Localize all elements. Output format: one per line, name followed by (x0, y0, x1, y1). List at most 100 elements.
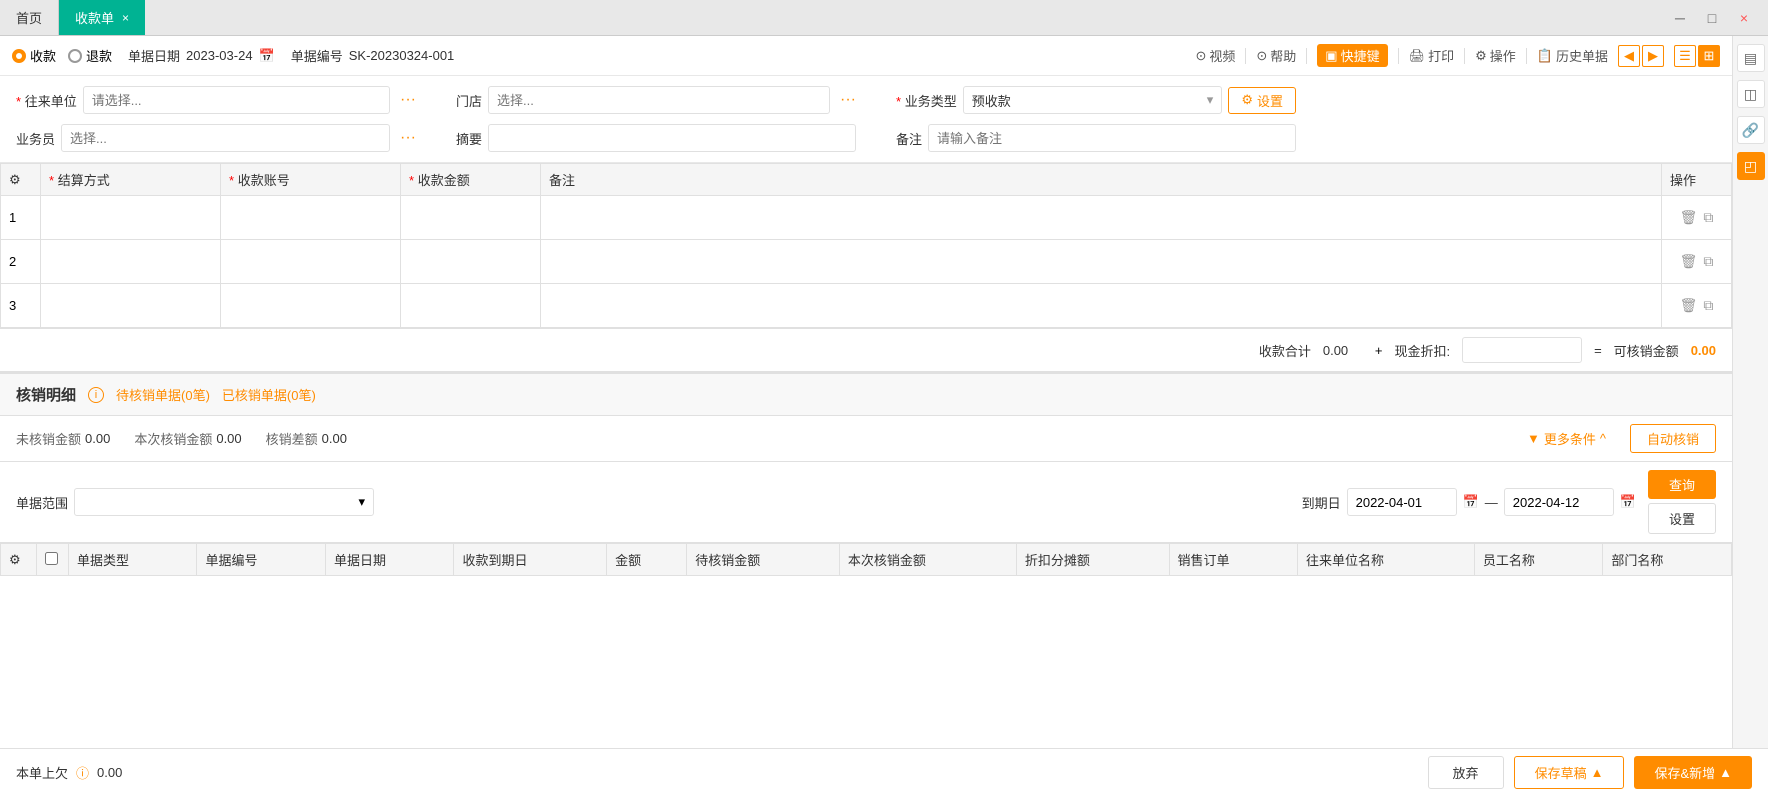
form-row-1: * 往来单位 ··· 门店 ··· * 业务类型 (16, 86, 1716, 114)
row-1-account[interactable] (221, 196, 401, 240)
table-row: 3 🗑 ⧉ (1, 284, 1732, 328)
maximize-button[interactable]: □ (1700, 6, 1724, 30)
business-type-arrow: ▾ (1207, 92, 1214, 108)
staff-more-icon[interactable]: ··· (400, 129, 416, 147)
save-new-label: 保存&新增 (1654, 763, 1715, 782)
date-calendar-icon[interactable]: 📅 (259, 48, 275, 64)
radio-collection[interactable]: 收款 (12, 46, 56, 65)
counterpart-input[interactable] (83, 86, 390, 114)
row-2-account[interactable] (221, 240, 401, 284)
date-field: 单据日期 2023-03-24 📅 (128, 46, 275, 65)
col-checkbox-bottom[interactable] (37, 544, 69, 576)
right-panel-link-icon[interactable]: 🔗 (1737, 116, 1765, 144)
col-settings-header[interactable]: ⚙ (1, 164, 41, 196)
col-dept-bottom: 部门名称 (1603, 544, 1732, 576)
row-2-settlement[interactable] (41, 240, 221, 284)
date-cal-icon-1[interactable]: 📅 (1463, 494, 1479, 510)
main-wrap: 收款 退款 单据日期 2023-03-24 📅 单据编号 SK-20230324… (0, 36, 1768, 796)
pending-tab[interactable]: 待核销单据(0笔) (116, 385, 210, 404)
print-button[interactable]: 🖨 打印 (1409, 46, 1455, 65)
help-label: 帮助 (1270, 46, 1296, 65)
grid-icon[interactable]: ⊞ (1698, 45, 1720, 67)
range-select[interactable]: ▾ (74, 488, 374, 516)
auto-cancel-button[interactable]: 自动核销 (1630, 424, 1716, 453)
bottom-table-wrap: ⚙ 单据类型 单据编号 单据日 (0, 543, 1732, 576)
row-2-amount[interactable] (401, 240, 541, 284)
next-arrow[interactable]: ▶ (1642, 45, 1664, 67)
radio-collection-dot (12, 49, 26, 63)
date-cal-icon-2[interactable]: 📅 (1620, 494, 1636, 510)
col-type-bottom: 单据类型 (69, 544, 197, 576)
store-more-icon[interactable]: ··· (840, 91, 856, 109)
row-3-copy-icon[interactable]: ⧉ (1703, 297, 1713, 314)
row-2-actions: 🗑 ⧉ (1662, 240, 1732, 284)
prev-arrow[interactable]: ◀ (1618, 45, 1640, 67)
draft-button[interactable]: 保存草稿 ▲ (1514, 756, 1625, 789)
save-new-button[interactable]: 保存&新增 ▲ (1634, 756, 1752, 789)
tab-close-icon[interactable]: × (122, 11, 129, 25)
row-3-remarks[interactable] (541, 284, 1662, 328)
uncancelled-label: 未核销金额 (16, 429, 81, 448)
row-1-amount[interactable] (401, 196, 541, 240)
row-2-remarks[interactable] (541, 240, 1662, 284)
row-2-delete-icon[interactable]: 🗑 (1680, 253, 1698, 270)
divider-4 (1464, 48, 1465, 64)
radio-refund-dot (68, 49, 82, 63)
col-settings-bottom[interactable]: ⚙ (1, 544, 37, 576)
history-button[interactable]: 📋 历史单据 (1537, 46, 1608, 65)
discard-button[interactable]: 放弃 (1428, 756, 1504, 789)
select-all-checkbox[interactable] (45, 552, 58, 565)
row-1-copy-icon[interactable]: ⧉ (1703, 209, 1713, 226)
filter-settings-button[interactable]: 设置 (1648, 503, 1716, 534)
minimize-button[interactable]: ─ (1668, 6, 1692, 30)
discount-label: 现金折扣: (1394, 341, 1450, 360)
radio-group: 收款 退款 (12, 46, 112, 65)
business-type-select[interactable]: 预收款 ▾ (963, 86, 1223, 114)
settlement-label: 结算方式 (58, 173, 110, 188)
number-label: 单据编号 (291, 46, 343, 65)
layout-icons: ☰ ⊞ (1674, 45, 1720, 67)
verification-info-icon[interactable]: i (88, 387, 104, 403)
row-2-copy-icon[interactable]: ⧉ (1703, 253, 1713, 270)
row-1-delete-icon[interactable]: 🗑 (1680, 209, 1698, 226)
query-button[interactable]: 查询 (1648, 470, 1716, 499)
discount-input[interactable] (1462, 337, 1582, 363)
range-filter: 单据范围 ▾ (16, 488, 1290, 516)
row-3-index: 3 (1, 284, 41, 328)
right-panel-table-icon[interactable]: ▤ (1737, 44, 1765, 72)
tab-collection[interactable]: 收款单 × (59, 0, 145, 35)
right-panel-sheet-icon[interactable]: ◫ (1737, 80, 1765, 108)
settings-button[interactable]: ⚙ 设置 (1228, 87, 1296, 114)
shortcut-button[interactable]: ▣ 快捷键 (1317, 44, 1387, 67)
current-cancel-value: 0.00 (216, 431, 241, 446)
help-button[interactable]: ⊙ 帮助 (1256, 46, 1296, 65)
tab-home[interactable]: 首页 (0, 0, 59, 35)
ops-button[interactable]: ⚙ 操作 (1475, 46, 1516, 65)
row-1-remarks[interactable] (541, 196, 1662, 240)
summary-input[interactable] (488, 124, 856, 152)
filter-actions: 查询 设置 (1648, 470, 1716, 534)
more-conditions-button[interactable]: ▼ 更多条件 ^ (1527, 429, 1606, 448)
row-1-settlement[interactable] (41, 196, 221, 240)
close-button[interactable]: × (1732, 6, 1756, 30)
window-controls: ─ □ × (1668, 6, 1768, 30)
video-button[interactable]: ⊙ 视频 (1195, 46, 1235, 65)
remarks-input[interactable] (928, 124, 1296, 152)
store-input[interactable] (488, 86, 830, 114)
radio-refund[interactable]: 退款 (68, 46, 112, 65)
row-3-account[interactable] (221, 284, 401, 328)
row-3-amount[interactable] (401, 284, 541, 328)
due-date-from-input[interactable] (1347, 488, 1457, 516)
staff-input[interactable] (61, 124, 390, 152)
col-amount-header: * 收款金额 (401, 164, 541, 196)
completed-tab[interactable]: 已核销单据(0笔) (222, 385, 316, 404)
query-label: 查询 (1669, 478, 1695, 493)
settings-label: 设置 (1257, 91, 1283, 110)
list-icon[interactable]: ☰ (1674, 45, 1696, 67)
due-date-to-input[interactable] (1504, 488, 1614, 516)
row-3-delete-icon[interactable]: 🗑 (1680, 297, 1698, 314)
row-3-settlement[interactable] (41, 284, 221, 328)
counterpart-more-icon[interactable]: ··· (400, 91, 416, 109)
current-cancel-stat: 本次核销金额 0.00 (134, 429, 241, 448)
right-panel-expand-icon[interactable]: ◰ (1737, 152, 1765, 180)
